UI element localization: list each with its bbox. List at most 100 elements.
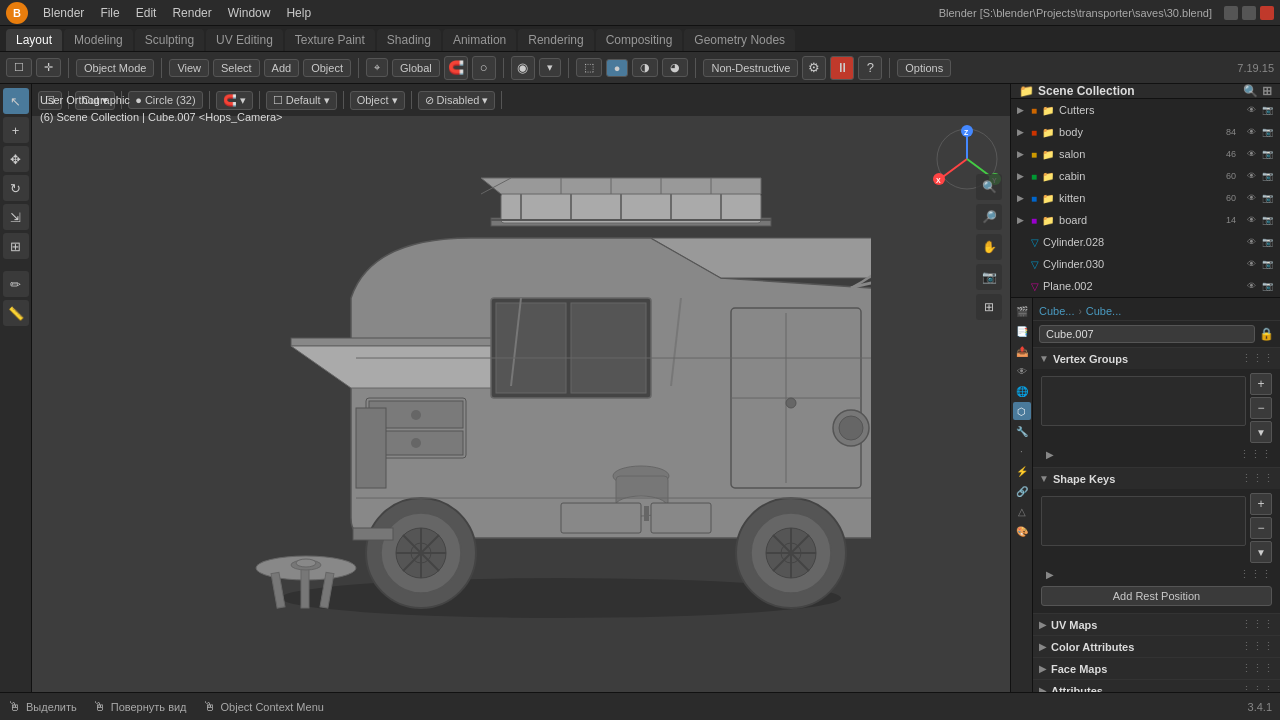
minimize-button[interactable]	[1224, 6, 1238, 20]
tab-layout[interactable]: Layout	[6, 29, 62, 51]
pan-icon[interactable]: ✋	[976, 234, 1002, 260]
prop-tab-material[interactable]: 🎨	[1013, 522, 1031, 540]
vertex-group-play-btn[interactable]: ▶	[1041, 445, 1059, 463]
prop-tab-constraints[interactable]: 🔗	[1013, 482, 1031, 500]
prop-tab-renderlayer[interactable]: 📑	[1013, 322, 1031, 340]
measure-tool[interactable]: 📏	[3, 300, 29, 326]
list-item[interactable]: ▶ ▽ Cylinder.028 👁 📷	[1011, 231, 1280, 253]
select-menu[interactable]: Select	[213, 59, 260, 77]
menu-blender[interactable]: Blender	[36, 4, 91, 22]
select-box-btn[interactable]: ☐	[6, 58, 32, 77]
prop-tab-view[interactable]: 👁	[1013, 362, 1031, 380]
section-vertex-groups-dots[interactable]: ⋮⋮⋮	[1241, 352, 1274, 365]
view-menu[interactable]: View	[169, 59, 209, 77]
transform-tool[interactable]: ⊞	[3, 233, 29, 259]
tab-uv-editing[interactable]: UV Editing	[206, 29, 283, 51]
section-attributes-header[interactable]: ▶ Attributes ⋮⋮⋮	[1033, 679, 1280, 692]
add-vertex-group-btn[interactable]: +	[1250, 373, 1272, 395]
section-shape-keys-header[interactable]: ▼ Shape Keys ⋮⋮⋮	[1033, 467, 1280, 489]
vertex-group-dots-btn[interactable]: ⋮⋮⋮	[1239, 448, 1272, 461]
filter-collection-icon[interactable]: ⊞	[1262, 84, 1272, 98]
menu-file[interactable]: File	[93, 4, 126, 22]
lock-icon[interactable]: 🔒	[1259, 327, 1274, 341]
coll-render-icon[interactable]: 📷	[1260, 257, 1274, 271]
vph-circle[interactable]: ● Circle (32)	[128, 91, 202, 109]
viewport-shading-material[interactable]: ◑	[632, 58, 658, 77]
select-tool[interactable]: ↖	[3, 88, 29, 114]
camera-icon[interactable]: 📷	[976, 264, 1002, 290]
list-item[interactable]: ▶ ▽ Plane.002 👁 📷	[1011, 275, 1280, 297]
tab-modeling[interactable]: Modeling	[64, 29, 133, 51]
section-attributes-dots[interactable]: ⋮⋮⋮	[1241, 684, 1274, 692]
coll-render-icon[interactable]: 📷	[1260, 213, 1274, 227]
add-rest-position-button[interactable]: Add Rest Position	[1041, 586, 1272, 606]
coll-render-icon[interactable]: 📷	[1260, 125, 1274, 139]
coll-vis-icon[interactable]: 👁	[1244, 125, 1258, 139]
coll-vis-icon[interactable]: 👁	[1244, 257, 1258, 271]
annotate-tool[interactable]: ✏	[3, 271, 29, 297]
menu-help[interactable]: Help	[279, 4, 318, 22]
section-uv-maps-dots[interactable]: ⋮⋮⋮	[1241, 618, 1274, 631]
snap-magnet[interactable]: 🧲	[444, 56, 468, 80]
settings-icon[interactable]: ⚙	[802, 56, 826, 80]
coll-vis-icon[interactable]: 👁	[1244, 235, 1258, 249]
add-shape-key-btn[interactable]: +	[1250, 493, 1272, 515]
shape-key-play-btn[interactable]: ▶	[1041, 565, 1059, 583]
blender-logo[interactable]: B	[6, 2, 28, 24]
prop-tab-particles[interactable]: ·	[1013, 442, 1031, 460]
list-item[interactable]: ▶ ■ 📁 Cutters 👁 📷	[1011, 99, 1280, 121]
options-dropdown[interactable]: Options	[897, 59, 951, 77]
list-item[interactable]: ▶ ■ 📁 body 84 👁 📷	[1011, 121, 1280, 143]
tab-animation[interactable]: Animation	[443, 29, 516, 51]
modifier-label[interactable]: Non-Destructive	[703, 59, 798, 77]
vph-mode[interactable]: Cut ▾	[75, 91, 115, 110]
zoom-out-icon[interactable]: 🔎	[976, 204, 1002, 230]
cursor-tool[interactable]: +	[3, 117, 29, 143]
coll-render-icon[interactable]: 📷	[1260, 147, 1274, 161]
tab-shading[interactable]: Shading	[377, 29, 441, 51]
search-collection-icon[interactable]: 🔍	[1243, 84, 1258, 98]
list-item[interactable]: ▶ ■ 📁 cabin 60 👁 📷	[1011, 165, 1280, 187]
viewport-shading-render[interactable]: ◕	[662, 58, 688, 77]
tab-texture-paint[interactable]: Texture Paint	[285, 29, 375, 51]
mode-dropdown[interactable]: Object Mode	[76, 59, 154, 77]
prop-tab-object[interactable]: ⬡	[1013, 402, 1031, 420]
remove-shape-key-btn[interactable]: −	[1250, 517, 1272, 539]
menu-render[interactable]: Render	[165, 4, 218, 22]
coll-vis-icon[interactable]: 👁	[1244, 191, 1258, 205]
section-vertex-groups-header[interactable]: ▼ Vertex Groups ⋮⋮⋮	[1033, 347, 1280, 369]
vph-snap[interactable]: 🧲 ▾	[216, 91, 253, 110]
breadcrumb-left[interactable]: Cube...	[1039, 305, 1074, 317]
prop-tab-output[interactable]: 📤	[1013, 342, 1031, 360]
prop-tab-data[interactable]: △	[1013, 502, 1031, 520]
remove-vertex-group-btn[interactable]: −	[1250, 397, 1272, 419]
overlay-dropdown[interactable]: ▾	[539, 58, 561, 77]
close-button[interactable]	[1260, 6, 1274, 20]
section-shape-keys-dots[interactable]: ⋮⋮⋮	[1241, 472, 1274, 485]
coll-vis-icon[interactable]: 👁	[1244, 103, 1258, 117]
section-face-maps-dots[interactable]: ⋮⋮⋮	[1241, 662, 1274, 675]
prop-edit[interactable]: ○	[472, 56, 496, 80]
coll-vis-icon[interactable]: 👁	[1244, 169, 1258, 183]
shape-key-expand-btn[interactable]: ▼	[1250, 541, 1272, 563]
pause-icon[interactable]: ⏸	[830, 56, 854, 80]
tab-sculpting[interactable]: Sculpting	[135, 29, 204, 51]
add-menu[interactable]: Add	[264, 59, 300, 77]
viewport-shading-wire[interactable]: ⬚	[576, 58, 602, 77]
prop-tab-modifier[interactable]: 🔧	[1013, 422, 1031, 440]
prop-tab-world[interactable]: 🌐	[1013, 382, 1031, 400]
breadcrumb-right[interactable]: Cube...	[1086, 305, 1121, 317]
vph-disabled[interactable]: ⊘ Disabled ▾	[418, 91, 496, 110]
question-icon[interactable]: ?	[858, 56, 882, 80]
grid-icon[interactable]: ⊞	[976, 294, 1002, 320]
transform-dropdown[interactable]: Global	[392, 59, 440, 77]
vph-default[interactable]: ☐ Default ▾	[266, 91, 337, 110]
prop-tab-physics[interactable]: ⚡	[1013, 462, 1031, 480]
tab-rendering[interactable]: Rendering	[518, 29, 593, 51]
prop-tab-scene[interactable]: 🎬	[1013, 302, 1031, 320]
vph-object[interactable]: Object ▾	[350, 91, 405, 110]
object-menu[interactable]: Object	[303, 59, 351, 77]
scale-tool[interactable]: ⇲	[3, 204, 29, 230]
maximize-button[interactable]	[1242, 6, 1256, 20]
coll-render-icon[interactable]: 📷	[1260, 235, 1274, 249]
